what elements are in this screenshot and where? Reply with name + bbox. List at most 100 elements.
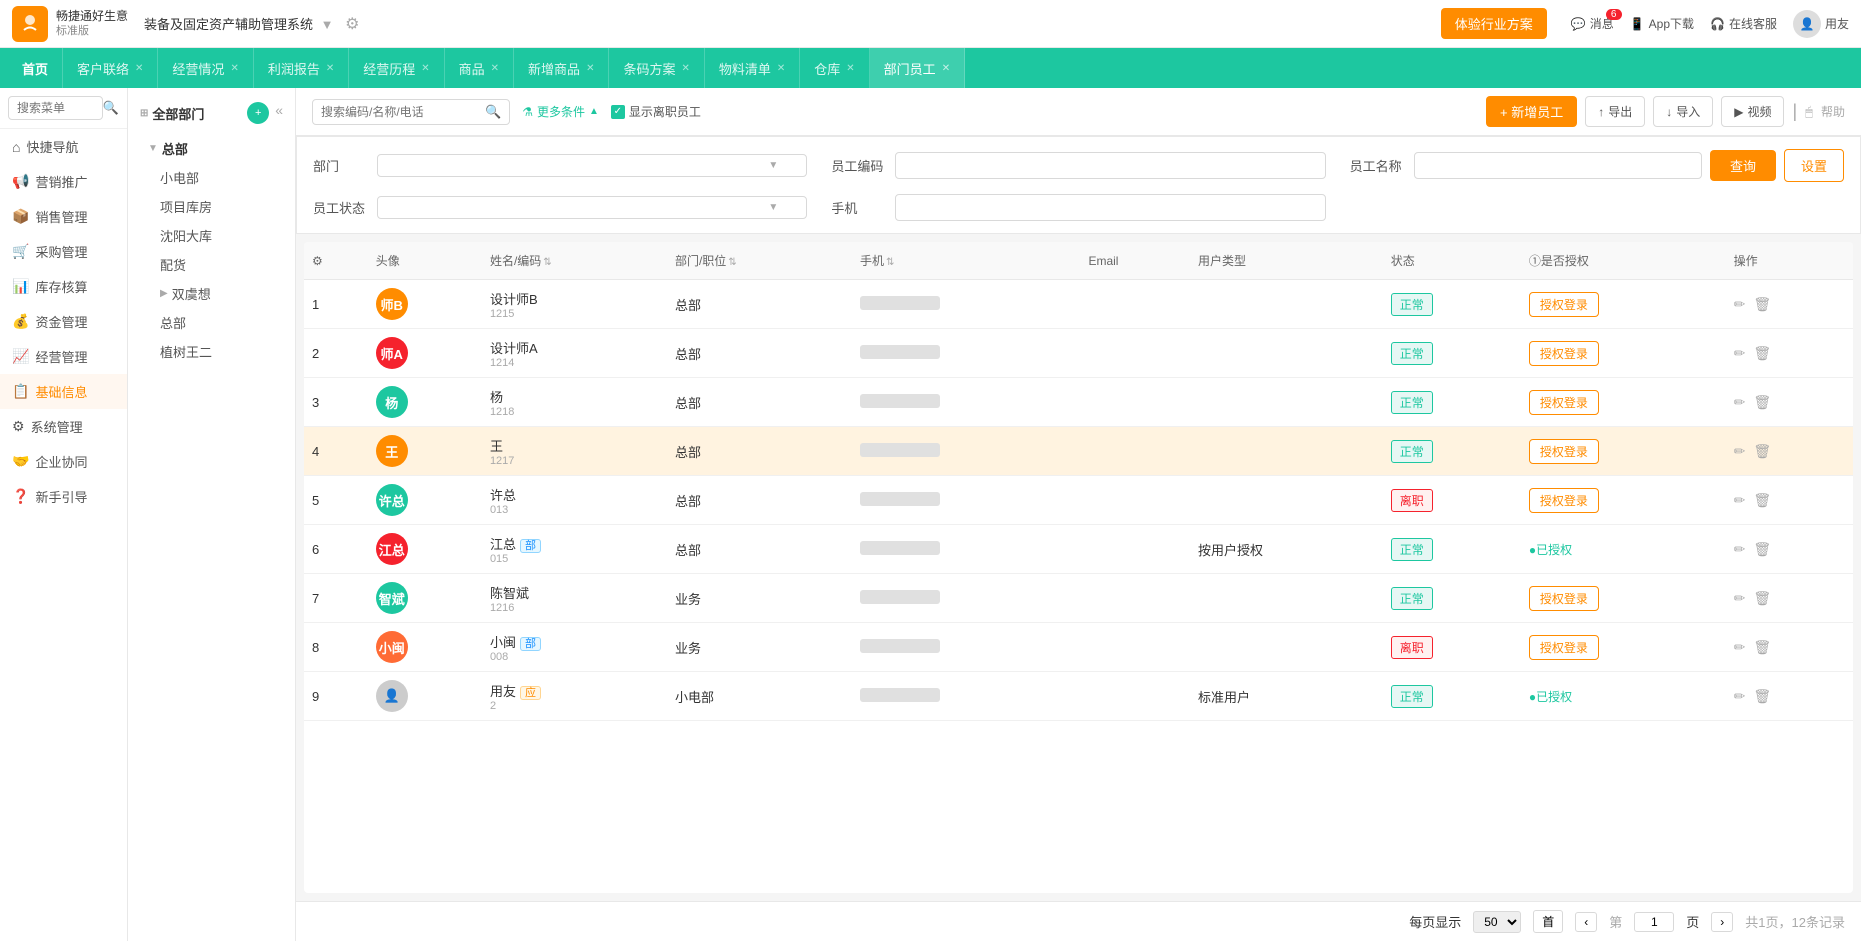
edit-icon[interactable]: ✏	[1734, 541, 1746, 558]
dept-select[interactable]: ▼	[377, 154, 807, 177]
prev-page-button[interactable]: ‹	[1575, 912, 1597, 932]
page-number-input[interactable]	[1634, 912, 1674, 932]
video-button[interactable]: ▶ 视频	[1721, 96, 1784, 127]
dept-node-总部[interactable]: 总部	[128, 308, 295, 337]
page-size-select[interactable]: 50	[1473, 911, 1521, 933]
user-avatar-group[interactable]: 👤 用友	[1793, 10, 1849, 38]
nav-tab-部门员工[interactable]: 部门员工✕	[870, 48, 965, 88]
dept-node-植树王二[interactable]: 植树王二	[128, 337, 295, 366]
emp-code-input[interactable]	[895, 152, 1325, 179]
th-dept[interactable]: 部门/职位⇅	[667, 242, 852, 280]
search-input[interactable]	[321, 105, 481, 119]
app-download-icon-group[interactable]: 📱 App下载	[1630, 15, 1694, 32]
sidebar-item-sales[interactable]: 📦销售管理	[0, 199, 127, 234]
delete-icon[interactable]: 🗑	[1753, 443, 1771, 460]
delete-icon[interactable]: 🗑	[1753, 394, 1771, 411]
sidebar-item-shortcut[interactable]: ⌂快捷导航	[0, 129, 127, 164]
sidebar-item-marketing[interactable]: 📢营销推广	[0, 164, 127, 199]
nav-tab-物料清单[interactable]: 物料清单✕	[705, 48, 800, 88]
auth-button[interactable]: 授权登录	[1529, 488, 1599, 513]
nav-tab-利润报告[interactable]: 利润报告✕	[254, 48, 349, 88]
tab-close-icon[interactable]: ✕	[777, 63, 785, 74]
dept-node-配货[interactable]: 配货	[128, 250, 295, 279]
sidebar-item-inventory[interactable]: 📊库存核算	[0, 269, 127, 304]
show-resigned-toggle[interactable]: ✓ 显示离职员工	[611, 103, 701, 120]
sidebar-item-finance[interactable]: 💰资金管理	[0, 304, 127, 339]
add-employee-button[interactable]: + 新增员工	[1486, 96, 1577, 127]
search-menu-input[interactable]	[8, 96, 103, 120]
tab-close-icon[interactable]: ✕	[846, 63, 854, 74]
auth-button[interactable]: 授权登录	[1529, 635, 1599, 660]
show-resigned-checkbox[interactable]: ✓	[611, 105, 625, 119]
edit-icon[interactable]: ✏	[1734, 590, 1746, 607]
nav-tab-首页[interactable]: 首页	[8, 48, 63, 88]
dept-node-双虞想[interactable]: ▶双虞想	[128, 279, 295, 308]
dept-add-btn[interactable]: +	[247, 102, 269, 124]
auth-button[interactable]: 授权登录	[1529, 341, 1599, 366]
dept-collapse-btn[interactable]: «	[275, 102, 283, 124]
delete-icon[interactable]: 🗑	[1753, 688, 1771, 705]
status-select[interactable]: ▼	[377, 196, 807, 219]
edit-icon[interactable]: ✏	[1734, 296, 1746, 313]
tab-close-icon[interactable]: ✕	[681, 63, 689, 74]
dept-node-沈阳大库[interactable]: 沈阳大库	[128, 221, 295, 250]
nav-tab-商品[interactable]: 商品✕	[445, 48, 514, 88]
tab-close-icon[interactable]: ✕	[230, 63, 238, 74]
th-name[interactable]: 姓名/编码⇅	[482, 242, 667, 280]
auth-button[interactable]: 授权登录	[1529, 586, 1599, 611]
edit-icon[interactable]: ✏	[1734, 688, 1746, 705]
tab-close-icon[interactable]: ✕	[586, 63, 594, 74]
emp-name-input[interactable]	[1414, 152, 1702, 179]
auth-button[interactable]: 授权登录	[1529, 292, 1599, 317]
delete-icon[interactable]: 🗑	[1753, 345, 1771, 362]
sidebar-item-operation[interactable]: 📈经营管理	[0, 339, 127, 374]
sidebar-item-purchase[interactable]: 🛒采购管理	[0, 234, 127, 269]
filter-more-btn[interactable]: ⚗ 更多条件 ▲	[522, 103, 599, 120]
dropdown-arrow-icon[interactable]: ▼	[321, 17, 334, 32]
delete-icon[interactable]: 🗑	[1753, 296, 1771, 313]
delete-icon[interactable]: 🗑	[1753, 639, 1771, 656]
auth-button[interactable]: 授权登录	[1529, 390, 1599, 415]
auth-button[interactable]: 授权登录	[1529, 439, 1599, 464]
dept-node-小电部[interactable]: 小电部	[128, 163, 295, 192]
edit-icon[interactable]: ✏	[1734, 345, 1746, 362]
next-page-button[interactable]: ›	[1711, 912, 1733, 932]
tab-close-icon[interactable]: ✕	[491, 63, 499, 74]
first-page-button[interactable]: 首	[1533, 910, 1563, 933]
edit-icon[interactable]: ✏	[1734, 492, 1746, 509]
sidebar-item-guide[interactable]: ❓新手引导	[0, 479, 127, 514]
dept-node-项目库房[interactable]: 项目库房	[128, 192, 295, 221]
nav-tab-仓库[interactable]: 仓库✕	[800, 48, 869, 88]
tab-close-icon[interactable]: ✕	[942, 63, 950, 74]
more-options-icon[interactable]: |	[1792, 101, 1797, 122]
sidebar-item-system[interactable]: ⚙系统管理	[0, 409, 127, 444]
tab-close-icon[interactable]: ✕	[135, 63, 143, 74]
nav-tab-客户联络[interactable]: 客户联络✕	[63, 48, 158, 88]
search-submit-icon[interactable]: 🔍	[485, 104, 501, 120]
delete-icon[interactable]: 🗑	[1753, 590, 1771, 607]
export-button[interactable]: ↑ 导出	[1585, 96, 1645, 127]
nav-tab-条码方案[interactable]: 条码方案✕	[609, 48, 704, 88]
sidebar-item-basic[interactable]: 📋基础信息	[0, 374, 127, 409]
tab-close-icon[interactable]: ✕	[421, 63, 429, 74]
th-phone[interactable]: 手机⇅	[852, 242, 1080, 280]
search-button[interactable]: 查询	[1710, 150, 1776, 181]
message-icon-group[interactable]: 💬 消息 6	[1571, 15, 1614, 32]
dept-node-总部[interactable]: ▼总部	[128, 134, 295, 163]
trial-button[interactable]: 体验行业方案	[1441, 8, 1547, 39]
settings-gear-icon[interactable]: ⚙	[345, 16, 359, 33]
delete-icon[interactable]: 🗑	[1753, 492, 1771, 509]
help-icon[interactable]: 🖱	[1805, 104, 1813, 120]
sidebar-item-enterprise[interactable]: 🤝企业协同	[0, 444, 127, 479]
tab-close-icon[interactable]: ✕	[326, 63, 334, 74]
nav-tab-经营情况[interactable]: 经营情况✕	[158, 48, 253, 88]
import-button[interactable]: ↓ 导入	[1653, 96, 1713, 127]
edit-icon[interactable]: ✏	[1734, 639, 1746, 656]
delete-icon[interactable]: 🗑	[1753, 541, 1771, 558]
edit-icon[interactable]: ✏	[1734, 394, 1746, 411]
set-button[interactable]: 设置	[1784, 149, 1844, 182]
phone-input[interactable]	[895, 194, 1325, 221]
nav-tab-新增商品[interactable]: 新增商品✕	[514, 48, 609, 88]
support-icon-group[interactable]: 🎧 在线客服	[1710, 15, 1777, 32]
edit-icon[interactable]: ✏	[1734, 443, 1746, 460]
